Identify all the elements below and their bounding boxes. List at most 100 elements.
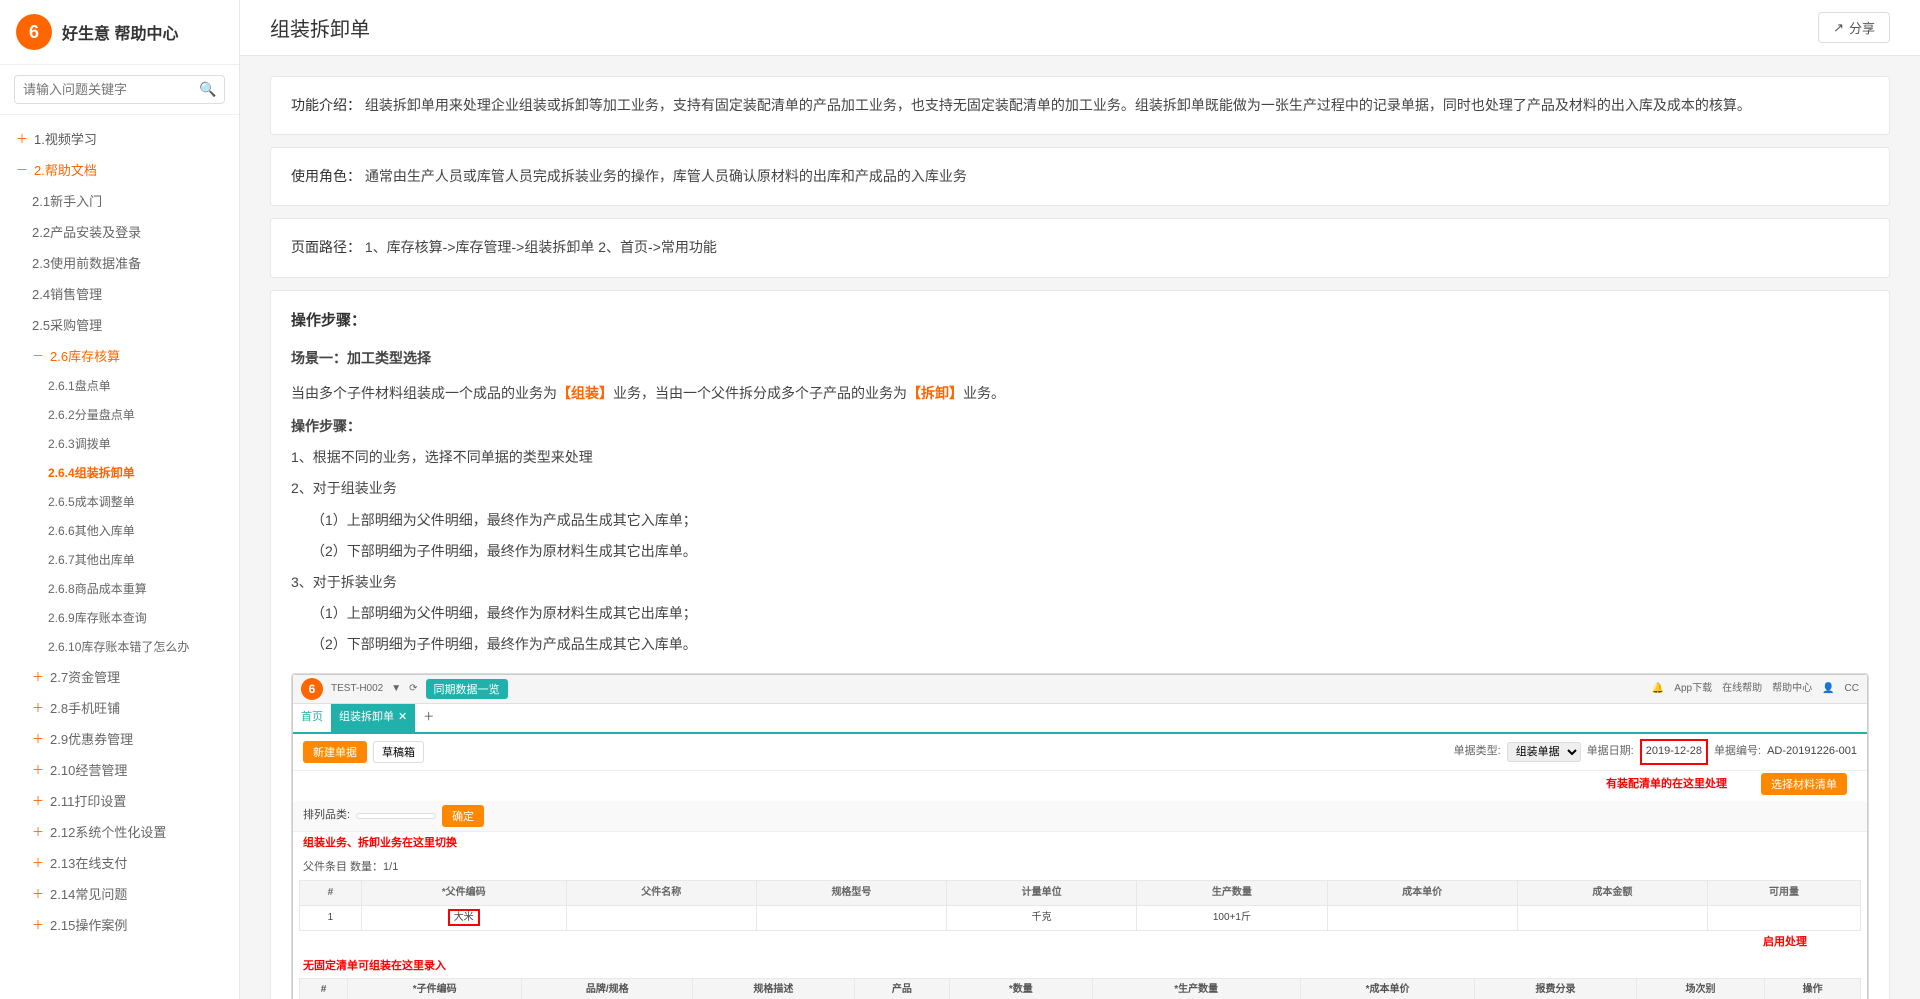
col-qty: 生产数量 <box>1137 880 1327 905</box>
sidebar-item-account-error[interactable]: 2.6.10库存账本错了怎么办 <box>0 632 239 661</box>
table-row: 1 大米 千克 100+1斤 <box>300 905 1861 930</box>
sidebar-item-cost-recalc[interactable]: 2.6.8商品成本重算 <box>0 574 239 603</box>
sidebar-item-cases[interactable]: ＋ 2.15操作案例 <box>0 909 239 940</box>
search-input[interactable] <box>23 82 199 97</box>
nav-label: 2.6.2分量盘点单 <box>48 406 135 423</box>
sidebar-item-pay[interactable]: ＋ 2.13在线支付 <box>0 847 239 878</box>
sidebar-item-custom[interactable]: ＋ 2.12系统个性化设置 <box>0 816 239 847</box>
sidebar-item-coupon[interactable]: ＋ 2.9优惠券管理 <box>0 723 239 754</box>
share-button[interactable]: ↗ 分享 <box>1818 12 1890 43</box>
new-order-btn[interactable]: 新建单据 <box>303 741 367 763</box>
path-section: 页面路径： 1、库存核算->库存管理->组装拆卸单 2、首页->常用功能 <box>270 218 1890 277</box>
cell-cost-unit <box>1327 905 1517 930</box>
order-no-value: AD-20191226-001 <box>1767 742 1857 762</box>
order-type-label: 单据类型: <box>1454 742 1501 762</box>
dropdown-icon: ▼ <box>391 680 401 698</box>
sidebar-item-adjust[interactable]: 2.6.3调拨单 <box>0 429 239 458</box>
nav-label: 2.6.1盘点单 <box>48 377 111 394</box>
filter-input-box[interactable] <box>356 813 436 819</box>
red-code-box: 大米 <box>448 909 480 926</box>
app-toolbar: 新建单据 草稿箱 单据类型: 组装单据 拆卸单据 单据日期: 2019-12-2… <box>293 734 1867 771</box>
lower-table-container: 无固定清单可组装在这里录入 # *子件编码 品牌/规格 规格描述 产品 <box>293 955 1867 999</box>
sidebar-item-docs[interactable]: － 2.帮助文档 <box>0 154 239 185</box>
sidebar-item-stock-count[interactable]: 2.6.1盘点单 <box>0 371 239 400</box>
sidebar-item-print[interactable]: ＋ 2.11打印设置 <box>0 785 239 816</box>
tab-new[interactable]: ＋ <box>415 704 442 732</box>
data-overview-btn[interactable]: 同期数据一览 <box>426 679 508 699</box>
col-num: # <box>300 880 362 905</box>
app-download-link[interactable]: App下载 <box>1674 680 1712 698</box>
app-top-bar: 6 TEST-H002 ▼ ⟳ 同期数据一览 🔔 App下载 在线帮助 帮助中心… <box>293 675 1867 704</box>
ok-btn[interactable]: 确定 <box>442 805 484 827</box>
scenario-desc: 当由多个子件材料组装成一个成品的业务为【组装】业务，当由一个父件拆分成多个子产品… <box>291 381 1869 406</box>
nav-label: 2.7资金管理 <box>50 667 120 686</box>
draft-btn[interactable]: 草稿箱 <box>373 741 424 763</box>
sidebar-item-sales[interactable]: 2.4销售管理 <box>0 278 239 309</box>
tab-home[interactable]: 首页 <box>293 704 331 734</box>
tab-assembly[interactable]: 组装拆卸单 ✕ <box>331 704 415 732</box>
sidebar-item-new-users[interactable]: 2.1新手入门 <box>0 185 239 216</box>
col-parent-name: 父件名称 <box>566 880 756 905</box>
col-product: 产品 <box>854 979 950 999</box>
sidebar-item-stock-count2[interactable]: 2.6.2分量盘点单 <box>0 400 239 429</box>
nav-label: 2.2产品安装及登录 <box>32 222 141 241</box>
disassembly-keyword: 【拆卸】 <box>907 385 963 401</box>
main-content: 组装拆卸单 ↗ 分享 功能介绍： 组装拆卸单用来处理企业组装或拆卸等加工业务，支… <box>240 0 1920 999</box>
sidebar-item-other-in[interactable]: 2.6.6其他入库单 <box>0 516 239 545</box>
search-box[interactable]: 🔍 <box>14 75 225 104</box>
plus-icon: ＋ <box>32 699 44 716</box>
col-avail: 可用量 <box>1708 880 1861 905</box>
intro-text: 组装拆卸单用来处理企业组装或拆卸等加工业务，支持有固定装配清单的产品加工业务，也… <box>365 97 1751 113</box>
screenshot-container: 6 TEST-H002 ▼ ⟳ 同期数据一览 🔔 App下载 在线帮助 帮助中心… <box>291 673 1869 999</box>
annotation-row-3: 启用处理 <box>293 931 1867 955</box>
role-label: 使用角色： <box>291 168 361 184</box>
sidebar-item-data-prep[interactable]: 2.3使用前数据准备 <box>0 247 239 278</box>
plus-icon: ＋ <box>16 130 28 147</box>
nav-label: 2.10经营管理 <box>50 760 127 779</box>
sidebar-item-install[interactable]: 2.2产品安装及登录 <box>0 216 239 247</box>
logo-area: 6 好生意 帮助中心 <box>0 0 239 65</box>
tab-close-icon[interactable]: ✕ <box>398 708 407 728</box>
sidebar-item-videos[interactable]: ＋ 1.视频学习 <box>0 123 239 154</box>
sidebar-item-assembly[interactable]: 2.6.4组装拆卸单 <box>0 458 239 487</box>
col-unit: 计量单位 <box>947 880 1137 905</box>
sidebar-item-cost-adjust[interactable]: 2.6.5成本调整单 <box>0 487 239 516</box>
nav-label: 2.11打印设置 <box>50 791 126 810</box>
date-label: 单据日期: <box>1587 742 1634 762</box>
nav-tree: ＋ 1.视频学习 － 2.帮助文档 2.1新手入门 2.2产品安装及登录 2.3… <box>0 115 239 999</box>
sidebar-item-faq[interactable]: ＋ 2.14常见问题 <box>0 878 239 909</box>
col-spec: 规格型号 <box>756 880 946 905</box>
annotation-row-1: 有装配清单的在这里处理 → 选择材料清单 <box>293 771 1867 801</box>
parent-items-label: 父件条目 数量：1/1 <box>303 858 398 878</box>
sidebar-item-ops[interactable]: ＋ 2.10经营管理 <box>0 754 239 785</box>
sidebar-item-inventory[interactable]: － 2.6库存核算 <box>0 340 239 371</box>
sidebar-item-stock-query[interactable]: 2.6.9库存账本查询 <box>0 603 239 632</box>
nav-label: 1.视频学习 <box>34 129 97 148</box>
sidebar-item-mobile[interactable]: ＋ 2.8手机旺铺 <box>0 692 239 723</box>
cell-cost-amt <box>1517 905 1707 930</box>
upper-table-header-row: # *父件编码 父件名称 规格型号 计量单位 生产数量 成本单价 成本金额 可用… <box>300 880 1861 905</box>
plus-icon: ＋ <box>32 916 44 933</box>
step-3-2: （2）下部明细为子件明细，最终作为产成品生成其它入库单。 <box>291 632 1869 657</box>
page-title: 组装拆卸单 <box>270 13 370 42</box>
sidebar-item-finance[interactable]: ＋ 2.7资金管理 <box>0 661 239 692</box>
search-icon[interactable]: 🔍 <box>199 81 216 98</box>
cell-num: 1 <box>300 905 362 930</box>
col-prod-qty: *生产数量 <box>1092 979 1300 999</box>
nav-label: 2.6.9库存账本查询 <box>48 609 147 626</box>
nav-label: 2.6.10库存账本错了怎么办 <box>48 638 189 655</box>
choose-bom-btn[interactable]: 选择材料清单 <box>1761 773 1847 795</box>
logo-icon: 6 <box>16 14 52 50</box>
col-cost-amt: 成本金额 <box>1517 880 1707 905</box>
assembly-keyword: 【组装】 <box>557 385 613 401</box>
help-center-link[interactable]: 帮助中心 <box>1772 680 1812 698</box>
order-type-select[interactable]: 组装单据 拆卸单据 <box>1507 742 1581 762</box>
cell-unit: 千克 <box>947 905 1137 930</box>
search-area: 🔍 <box>0 65 239 115</box>
nav-label: 2.13在线支付 <box>50 853 127 872</box>
online-help-link[interactable]: 在线帮助 <box>1722 680 1762 698</box>
sidebar-item-other-out[interactable]: 2.6.7其他出库单 <box>0 545 239 574</box>
sidebar-item-purchase[interactable]: 2.5采购管理 <box>0 309 239 340</box>
nav-label: 2.帮助文档 <box>34 160 97 179</box>
search-toolbar: 排列品类: 确定 <box>293 801 1867 832</box>
